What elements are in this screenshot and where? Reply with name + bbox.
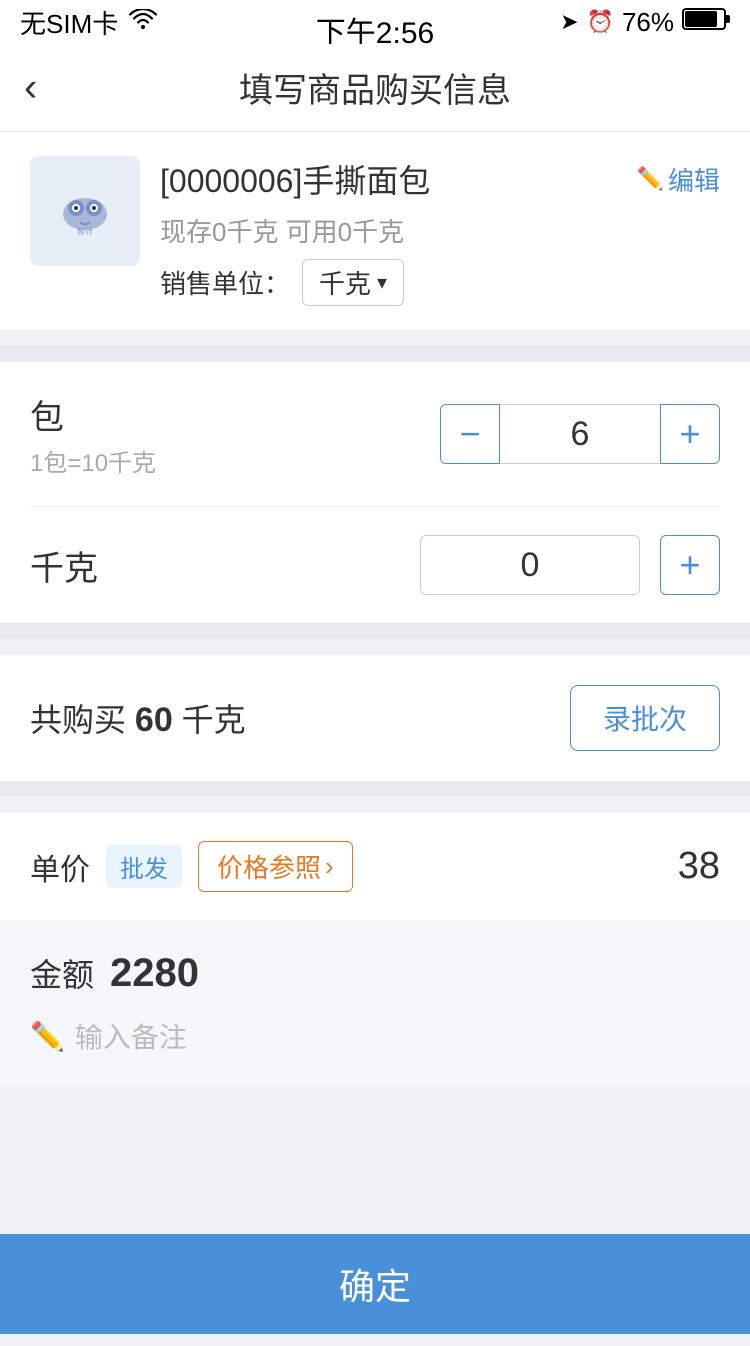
summary-text: 共购买 60 千克 [30, 702, 246, 738]
amount-section: 金额 2280 ✏️ 输入备注 [0, 920, 750, 1086]
price-ref-button[interactable]: 价格参照 › [198, 841, 353, 892]
svg-text:智计: 智计 [77, 226, 93, 236]
package-minus-button[interactable]: − [440, 404, 500, 464]
kg-input-group: + [420, 535, 720, 595]
section-divider-1 [0, 346, 750, 362]
note-placeholder[interactable]: 输入备注 [75, 1016, 187, 1056]
alarm-icon: ⏰ [587, 9, 614, 35]
input-section: 包 1包=10千克 − + 千克 + [0, 362, 750, 623]
edit-icon: ✏️ [637, 166, 664, 192]
product-name-row: [0000006]手撕面包 ✏️ 编辑 [160, 156, 720, 202]
summary-section: 共购买 60 千克 录批次 [0, 655, 750, 781]
summary-text-group: 共购买 60 千克 [30, 695, 246, 741]
package-row: 包 1包=10千克 − + [30, 362, 720, 507]
record-batch-button[interactable]: 录批次 [570, 685, 720, 751]
product-info: [0000006]手撕面包 ✏️ 编辑 现存0千克 可用0千克 销售单位： 千克… [160, 156, 720, 306]
amount-row: 金额 2280 [30, 950, 720, 996]
carrier-text: 无SIM卡 [20, 4, 118, 41]
nav-bar: ‹ 填写商品购买信息 [0, 44, 750, 132]
status-right: ➤ ⏰ 76% [560, 7, 730, 38]
summary-row: 共购买 60 千克 录批次 [30, 655, 720, 781]
pencil-icon: ✏️ [30, 1020, 65, 1053]
back-button[interactable]: ‹ [24, 65, 37, 110]
price-row: 单价 批发 价格参照 › 38 [30, 841, 720, 892]
edit-button[interactable]: ✏️ 编辑 [637, 161, 720, 198]
unit-label: 销售单位： [160, 264, 290, 301]
kg-input[interactable] [420, 535, 640, 595]
page-title: 填写商品购买信息 [239, 63, 511, 112]
section-divider-2 [0, 623, 750, 639]
package-stepper: − + [440, 404, 720, 464]
package-input[interactable] [500, 404, 660, 464]
note-row: ✏️ 输入备注 [30, 1016, 720, 1086]
amount-value: 2280 [110, 951, 199, 996]
product-stock: 现存0千克 可用0千克 [160, 212, 720, 249]
battery-percent: 76% [622, 7, 674, 38]
price-badge: 批发 [106, 845, 182, 888]
price-value: 38 [678, 845, 720, 888]
amount-label: 金额 [30, 950, 94, 996]
kg-plus-button[interactable]: + [660, 535, 720, 595]
package-plus-button[interactable]: + [660, 404, 720, 464]
product-unit-row: 销售单位： 千克 ▾ [160, 259, 720, 306]
confirm-button-label[interactable]: 确定 [339, 1258, 411, 1310]
location-icon: ➤ [560, 9, 578, 35]
wifi-icon [128, 7, 158, 38]
product-name: [0000006]手撕面包 [160, 156, 430, 202]
section-divider-3 [0, 781, 750, 797]
status-left: 无SIM卡 [20, 4, 158, 41]
product-thumbnail: 智计 [30, 156, 140, 266]
package-sublabel: 1包=10千克 [30, 443, 156, 478]
summary-qty: 60 [135, 701, 173, 739]
status-bar: 无SIM卡 下午2:56 ➤ ⏰ 76% [0, 0, 750, 44]
package-label: 包 [30, 390, 156, 439]
product-card: 智计 [0000006]手撕面包 ✏️ 编辑 现存0千克 可用0千克 销售单位：… [0, 132, 750, 330]
price-section: 单价 批发 价格参照 › 38 [0, 813, 750, 920]
confirm-button-bar[interactable]: 确定 [0, 1234, 750, 1334]
battery-icon [682, 7, 730, 38]
chevron-down-icon: ▾ [377, 270, 387, 295]
price-label: 单价 [30, 845, 90, 889]
kg-label: 千克 [30, 541, 98, 590]
kg-row: 千克 + [30, 507, 720, 623]
unit-select[interactable]: 千克 ▾ [302, 259, 404, 306]
